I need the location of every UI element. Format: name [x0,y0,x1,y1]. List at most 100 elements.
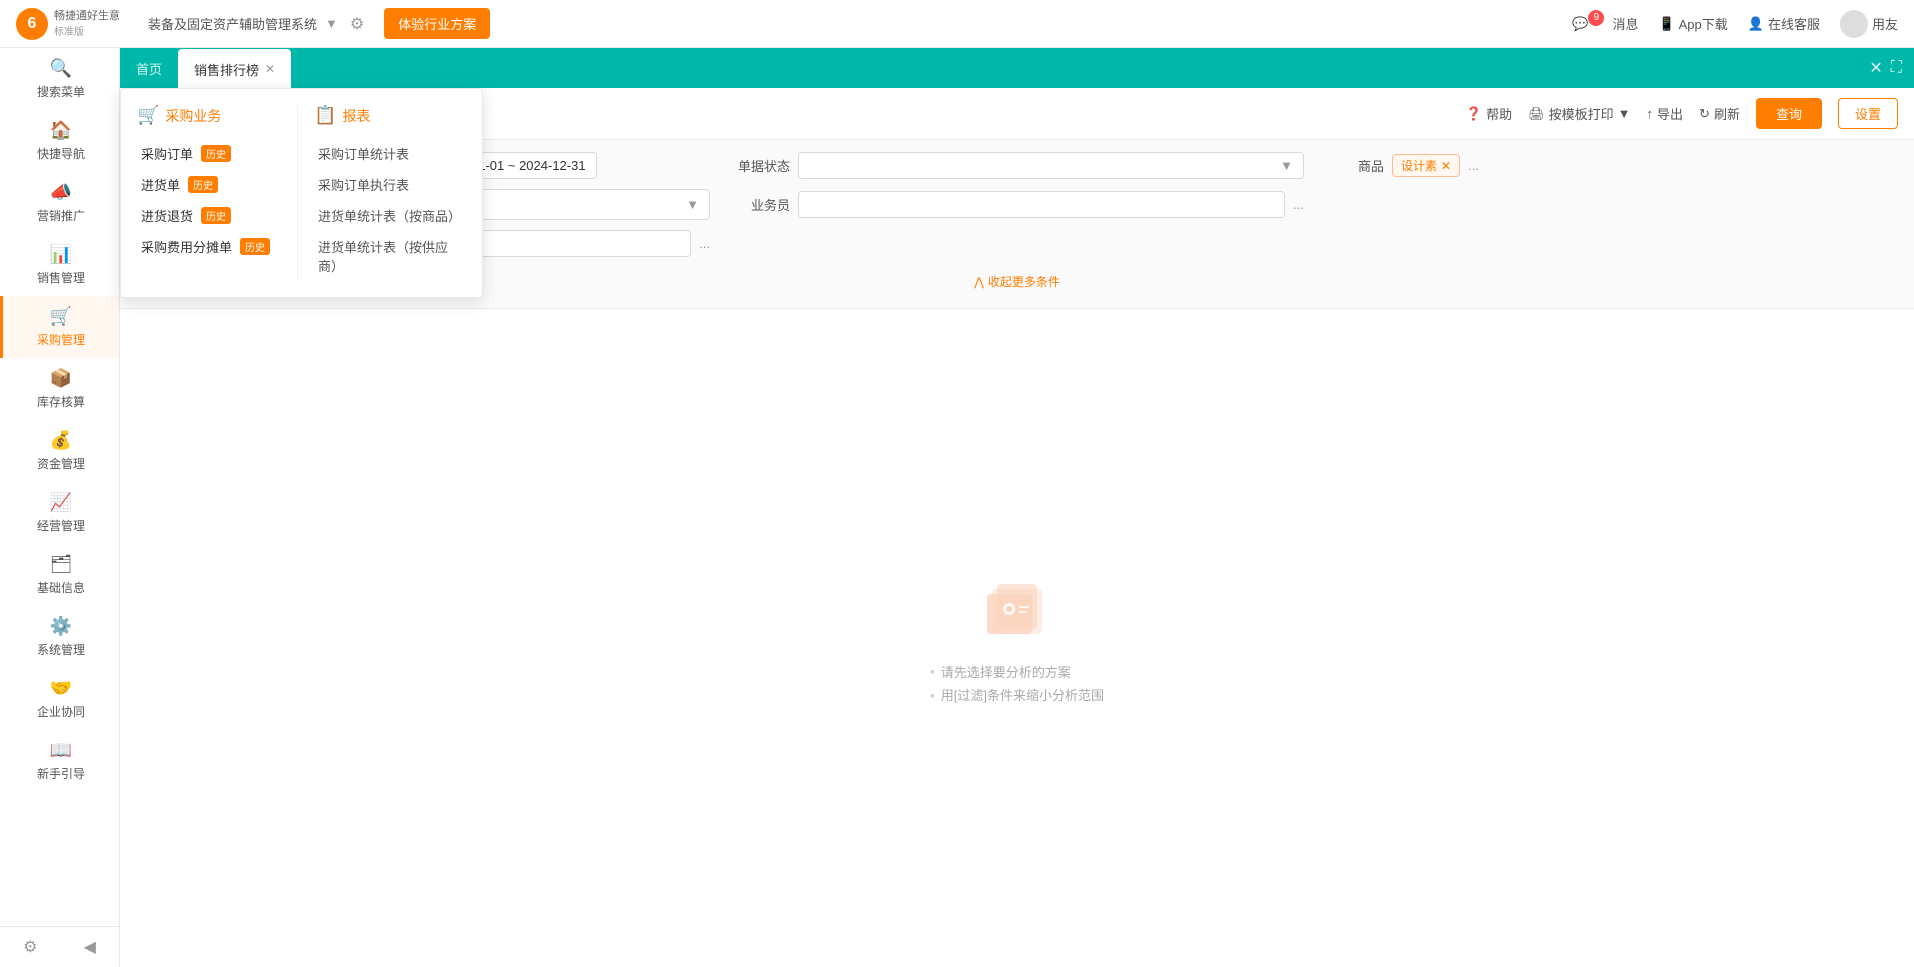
menu-item-report-3[interactable]: 进货单统计表（按供应商） [314,231,466,281]
refresh-label: 刷新 [1714,104,1740,123]
tab-close-btn[interactable]: ✕ [1869,58,1882,78]
history-badge-0: 历史 [201,145,231,162]
sidebar-item-cooperation[interactable]: 🤝 企业协同 [0,668,119,730]
phone-icon: 📱 [1658,16,1674,32]
app-download-label: App下载 [1679,14,1728,33]
tab-bar-right: ✕ ⛶ [1869,58,1914,78]
empty-state: 请先选择要分析的方案 用[过滤]条件来缩小分析范围 [120,309,1914,967]
sidebar-item-nav[interactable]: 🏠 快捷导航 [0,110,119,172]
product-tag-value: 设计素 [1401,157,1437,174]
tab-bar: 首页 销售排行榜 ✕ ✕ ⛶ [120,48,1914,88]
sidebar-item-basic[interactable]: 🗂 基础信息 [0,544,119,606]
report-label-3: 进货单统计表（按供应商） [318,237,462,275]
menu-item-report-1[interactable]: 采购订单执行表 [314,169,466,200]
sidebar-item-marketing[interactable]: 📣 营销推广 [0,172,119,234]
sidebar-label-search: 搜索菜单 [37,83,85,100]
business-icon: 📈 [50,492,72,513]
sidebar-item-system[interactable]: ⚙️ 系统管理 [0,606,119,668]
sidebar-label-system: 系统管理 [37,641,85,658]
product-dots[interactable]: ... [1468,158,1479,173]
system-title-dropdown[interactable]: ▼ [325,16,338,31]
purchase-icon: 🛒 [50,306,72,327]
sidebar-item-search[interactable]: 🔍 搜索菜单 [0,48,119,110]
purchase-order-label: 采购订单 [141,144,193,163]
salesman-input[interactable] [798,191,1285,218]
help-icon: ❓ [1466,106,1482,122]
menu-header-report-label: 报表 [342,106,370,126]
sidebar-item-purchase[interactable]: 🛒 采购管理 [0,296,119,358]
sidebar-bottom: ⚙ ◀ [0,926,119,967]
empty-icon [977,569,1057,649]
empty-tip-2: 用[过滤]条件来缩小分析范围 [930,684,1104,707]
online-service-item[interactable]: 👤 在线客服 [1748,14,1820,33]
basic-icon: 🗂 [50,554,73,575]
salesman-filter: 业务员 ... [730,191,1304,218]
salesman-dots[interactable]: ... [1293,197,1304,212]
app-download-item[interactable]: 📱 App下载 [1658,14,1727,33]
sidebar-label-nav: 快捷导航 [37,145,85,162]
logo-line2: 标准版 [54,23,120,38]
print-dropdown-icon[interactable]: ▼ [1618,106,1631,121]
user-item[interactable]: 用友 [1840,10,1898,38]
sidebar-label-basic: 基础信息 [37,579,85,596]
sidebar-label-sales: 销售管理 [37,269,85,286]
message-label: 消息 [1612,14,1638,33]
help-label: 帮助 [1486,104,1512,123]
logo-area: 6 畅捷通好生意 标准版 [16,8,136,40]
user-name: 用友 [1872,14,1898,33]
salesman-label: 业务员 [730,195,790,214]
collapse-icon: ⋀ [974,275,984,289]
query-btn[interactable]: 查询 [1756,98,1822,129]
rank-item-arrow: ▼ [686,197,699,212]
sales-icon: 📊 [50,244,72,265]
sidebar-item-finance[interactable]: 💰 资金管理 [0,420,119,482]
voucher-status-filter: 单据状态 ▼ [730,152,1304,179]
sidebar-collapse-btn[interactable]: ◀ [84,937,96,957]
sidebar-item-inventory[interactable]: 📦 库存核算 [0,358,119,420]
product-filter: 商品 设计素 ✕ ... [1324,154,1898,177]
tab-sales-rank[interactable]: 销售排行榜 ✕ [178,49,291,89]
refresh-btn[interactable]: ↻ 刷新 [1699,104,1740,123]
system-settings-icon[interactable]: ⚙ [350,14,364,34]
menu-item-purchase-order[interactable]: 采购订单 历史 [137,138,289,169]
notification-item[interactable]: 💬 9 消息 [1572,14,1638,33]
menu-item-purchase-return[interactable]: 进货退货 历史 [137,200,289,231]
sidebar-item-business[interactable]: 📈 经营管理 [0,482,119,544]
menu-header-purchase: 🛒 采购业务 [137,105,289,126]
sidebar-label-marketing: 营销推广 [37,207,85,224]
sidebar-settings-btn[interactable]: ⚙ [23,937,37,957]
tab-sales-rank-label: 销售排行榜 [194,60,259,79]
avatar [1840,10,1868,38]
tab-home-label: 首页 [136,59,162,78]
menu-item-purchase-expense[interactable]: 采购费用分摊单 历史 [137,231,289,262]
sidebar-label-guide: 新手引导 [37,765,85,782]
sidebar-label-purchase: 采购管理 [37,331,85,348]
print-label: 按模板打印 [1549,104,1614,123]
header-right: 💬 9 消息 📱 App下载 👤 在线客服 用友 [1572,10,1898,38]
customer-dots[interactable]: ... [699,236,710,251]
product-tag-close[interactable]: ✕ [1441,159,1451,173]
inventory-icon: 📦 [50,368,72,389]
menu-column-report: 📋 报表 采购订单统计表 采购订单执行表 进货单统计表（按商品） 进货单统计表（… [297,105,466,281]
print-icon: 🖨 [1528,106,1545,122]
sidebar-item-guide[interactable]: 📖 新手引导 [0,730,119,792]
menu-header-report: 📋 报表 [314,105,466,126]
print-btn[interactable]: 🖨 按模板打印 ▼ [1528,104,1630,123]
system-title-text: 装备及固定资产辅助管理系统 [148,14,317,33]
purchase-menu-icon: 🛒 [137,105,159,126]
tab-home[interactable]: 首页 [120,48,178,88]
help-btn[interactable]: ❓ 帮助 [1466,104,1512,123]
export-btn[interactable]: ↑ 导出 [1647,104,1684,123]
menu-item-purchase-receipt[interactable]: 进货单 历史 [137,169,289,200]
menu-item-report-2[interactable]: 进货单统计表（按商品） [314,200,466,231]
tab-expand-btn[interactable]: ⛶ [1891,59,1902,77]
settings-btn[interactable]: 设置 [1838,98,1898,129]
industry-btn[interactable]: 体验行业方案 [384,8,490,39]
sidebar-label-inventory: 库存核算 [37,393,85,410]
report-label-1: 采购订单执行表 [318,175,409,194]
voucher-status-input[interactable]: ▼ [798,152,1304,179]
sidebar-item-sales[interactable]: 📊 销售管理 [0,234,119,296]
product-tag: 设计素 ✕ [1392,154,1460,177]
menu-item-report-0[interactable]: 采购订单统计表 [314,138,466,169]
tab-close-icon[interactable]: ✕ [265,62,275,76]
